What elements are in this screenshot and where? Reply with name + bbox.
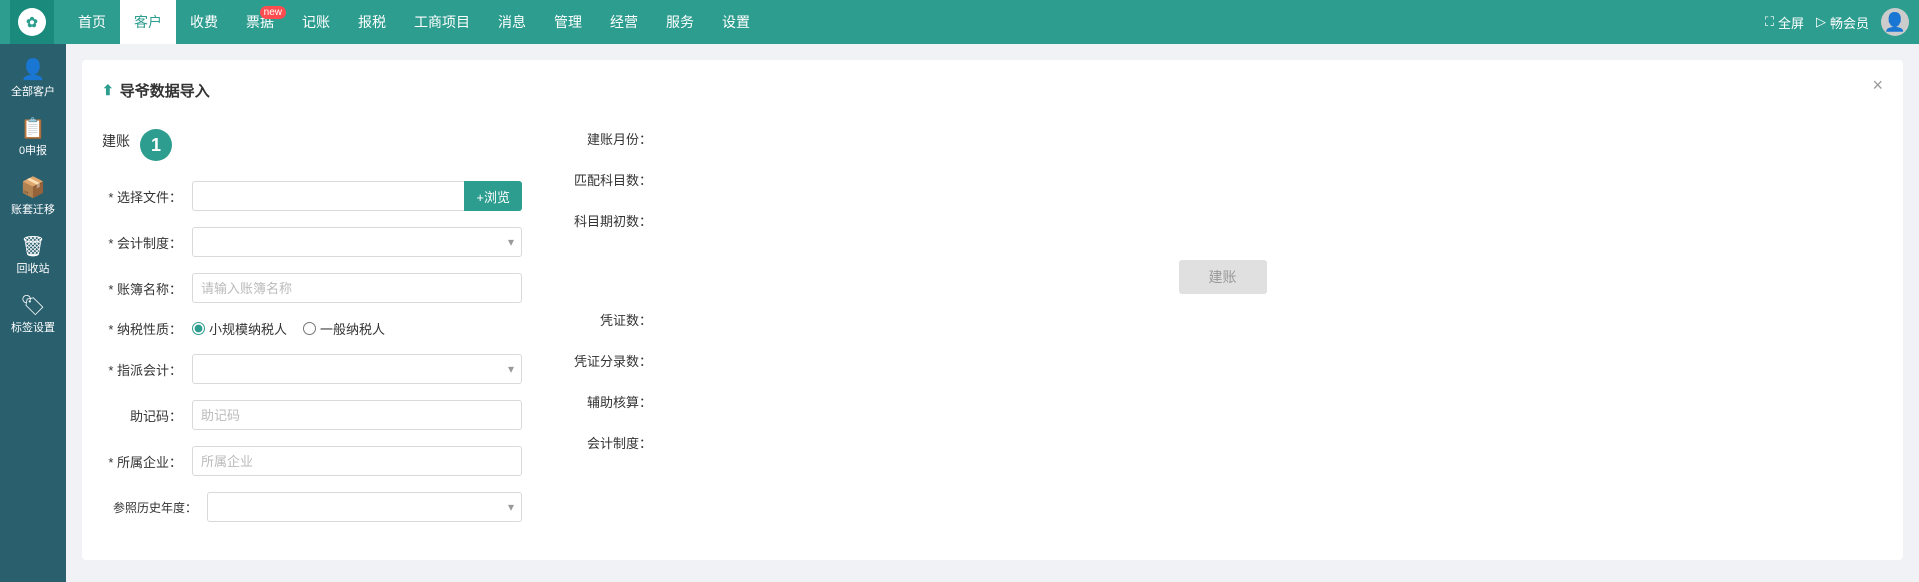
nav-customer[interactable]: 客户 <box>120 0 176 44</box>
fullscreen-icon: ⛶ <box>1765 14 1774 30</box>
nav-items: 首页 客户 收费 票据 new 记账 报税 工商项目 消息 管理 经营 <box>64 0 764 44</box>
main-content: ⬆ 导爷数据导入 × 建账 1 * 选择文件： <box>66 44 1919 582</box>
accountant-label: * 指派会计： <box>102 360 182 379</box>
info-build-month: 建账月份： <box>562 129 1883 148</box>
info-accounting-system: 会计制度： <box>562 433 1883 452</box>
accountant-select[interactable] <box>192 354 522 384</box>
page-layout: 👤 全部客户 📋 0申报 📦 账套迁移 🗑 回收站 🏷 标签设置 ⬆ 导爷数据导… <box>0 44 1919 582</box>
vip-icon: ▷ <box>1816 14 1826 30</box>
card-title: ⬆ 导爷数据导入 <box>102 80 1883 101</box>
file-row: * 选择文件： +浏览 <box>102 181 522 211</box>
tax-radio-group: 小规模纳税人 一般纳税人 <box>192 319 522 338</box>
nav-invoice[interactable]: 票据 new <box>232 0 288 44</box>
auxiliary-label: 辅助核算： <box>562 392 652 411</box>
recycle-bin-icon: 🗑 <box>20 237 45 257</box>
tax-label: * 纳税性质： <box>102 319 182 338</box>
memo-label: 助记码： <box>102 406 182 425</box>
file-label: * 选择文件： <box>102 187 182 206</box>
account-name-label: * 账簿名称： <box>102 279 182 298</box>
nav-home[interactable]: 首页 <box>64 0 120 44</box>
zero-report-icon: 📋 <box>21 119 46 139</box>
file-input-group: +浏览 <box>192 181 522 211</box>
vip-button[interactable]: ▷ 畅会员 <box>1816 13 1869 32</box>
step-circle: 1 <box>140 129 172 161</box>
form-right: 建账月份： 匹配科目数： 科目期初数： 建账 <box>522 129 1883 538</box>
info-subject-opening: 科目期初数： <box>562 211 1883 230</box>
nav-settings[interactable]: 设置 <box>708 0 764 44</box>
nav-manage[interactable]: 管理 <box>540 0 596 44</box>
nav-tax[interactable]: 报税 <box>344 0 400 44</box>
nav-service[interactable]: 服务 <box>652 0 708 44</box>
tax-radio-small[interactable] <box>192 322 205 335</box>
company-row: * 所属企业： <box>102 446 522 476</box>
avatar[interactable]: 👤 <box>1881 8 1909 36</box>
match-subjects-label: 匹配科目数： <box>562 170 652 189</box>
account-name-input[interactable] <box>192 273 522 303</box>
sidebar-item-all-customers[interactable]: 👤 全部客户 <box>0 52 66 107</box>
info-match-subjects: 匹配科目数： <box>562 170 1883 189</box>
company-input[interactable] <box>192 446 522 476</box>
nav-business[interactable]: 工商项目 <box>400 0 484 44</box>
account-name-row: * 账簿名称： <box>102 273 522 303</box>
voucher-count-label: 凭证数： <box>562 310 652 329</box>
step-label: 建账 <box>102 131 130 151</box>
info-auxiliary: 辅助核算： <box>562 392 1883 411</box>
tag-settings-icon: 🏷 <box>20 296 45 316</box>
info-voucher-entries: 凭证分录数： <box>562 351 1883 370</box>
tax-radio-general[interactable] <box>303 322 316 335</box>
company-label: * 所属企业： <box>102 452 182 471</box>
file-input[interactable] <box>192 181 464 211</box>
tax-option-small[interactable]: 小规模纳税人 <box>192 319 287 338</box>
sidebar-item-account-migration[interactable]: 📦 账套迁移 <box>0 170 66 225</box>
subject-opening-label: 科目期初数： <box>562 211 652 230</box>
sidebar: 👤 全部客户 📋 0申报 📦 账套迁移 🗑 回收站 🏷 标签设置 <box>0 44 66 582</box>
voucher-entries-label: 凭证分录数： <box>562 351 652 370</box>
new-badge: new <box>260 6 286 19</box>
import-icon: ⬆ <box>102 82 114 99</box>
tax-type-row: * 纳税性质： 小规模纳税人 一般纳税人 <box>102 319 522 338</box>
nav-bookkeeping[interactable]: 记账 <box>288 0 344 44</box>
nav-fee[interactable]: 收费 <box>176 0 232 44</box>
accounting-label: * 会计制度： <box>102 233 182 252</box>
memo-input[interactable] <box>192 400 522 430</box>
sidebar-item-tag-settings[interactable]: 🏷 标签设置 <box>0 288 66 343</box>
history-select-wrapper <box>207 492 522 522</box>
nav-operation[interactable]: 经营 <box>596 0 652 44</box>
all-customers-icon: 👤 <box>21 60 46 80</box>
memo-row: 助记码： <box>102 400 522 430</box>
sidebar-item-zero-report[interactable]: 📋 0申报 <box>0 111 66 166</box>
step-indicator: 建账 1 <box>102 129 522 161</box>
form-left: 建账 1 * 选择文件： +浏览 <box>102 129 522 538</box>
accounting-select-wrapper <box>192 227 522 257</box>
browse-button[interactable]: +浏览 <box>464 181 522 211</box>
history-label: 参照历史年度： <box>102 499 197 516</box>
build-month-label: 建账月份： <box>562 129 652 148</box>
close-button[interactable]: × <box>1872 76 1883 94</box>
history-select[interactable] <box>207 492 522 522</box>
history-row: 参照历史年度： <box>102 492 522 522</box>
accountant-select-wrapper <box>192 354 522 384</box>
accountant-row: * 指派会计： <box>102 354 522 384</box>
info-voucher-count: 凭证数： <box>562 310 1883 329</box>
form-area: 建账 1 * 选择文件： +浏览 <box>102 129 1883 538</box>
account-migration-icon: 📦 <box>21 178 46 198</box>
sidebar-item-recycle-bin[interactable]: 🗑 回收站 <box>0 229 66 284</box>
fullscreen-button[interactable]: ⛶ 全屏 <box>1765 13 1804 32</box>
build-account-button[interactable]: 建账 <box>1179 260 1267 294</box>
accounting-system-label: 会计制度： <box>562 433 652 452</box>
nav-message[interactable]: 消息 <box>484 0 540 44</box>
top-navigation: ✿ 首页 客户 收费 票据 new 记账 报税 工商项目 消息 管理 <box>0 0 1919 44</box>
nav-right-area: ⛶ 全屏 ▷ 畅会员 👤 <box>1765 8 1909 36</box>
accounting-row: * 会计制度： <box>102 227 522 257</box>
tax-option-general[interactable]: 一般纳税人 <box>303 319 385 338</box>
logo-area[interactable]: ✿ <box>10 0 54 44</box>
import-card: ⬆ 导爷数据导入 × 建账 1 * 选择文件： <box>82 60 1903 560</box>
app-logo: ✿ <box>18 8 46 36</box>
accounting-select[interactable] <box>192 227 522 257</box>
